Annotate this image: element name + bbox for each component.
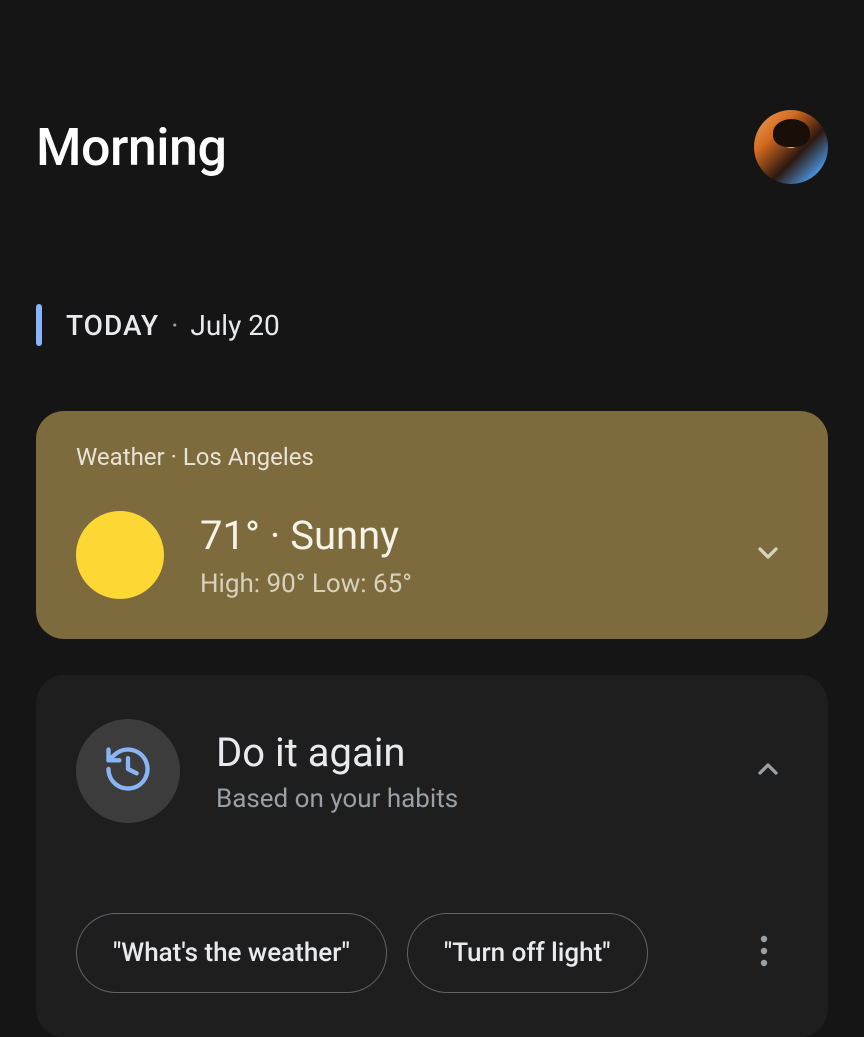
- date-label: TODAY: [66, 309, 159, 342]
- more-vertical-icon: [760, 935, 768, 971]
- habits-subtitle: Based on your habits: [216, 784, 712, 814]
- date-value: July 20: [190, 309, 279, 342]
- avatar[interactable]: [754, 110, 828, 184]
- weather-card-label: Weather · Los Angeles: [76, 443, 788, 471]
- habits-card: Do it again Based on your habits "What's…: [36, 675, 828, 1037]
- suggestion-chip-weather[interactable]: "What's the weather": [76, 913, 387, 993]
- chevron-up-icon: [752, 753, 784, 789]
- date-row: TODAY · July 20: [36, 304, 828, 346]
- greeting-title: Morning: [36, 117, 226, 178]
- date-separator: ·: [171, 309, 178, 342]
- expand-weather-button[interactable]: [748, 535, 788, 575]
- habits-title: Do it again: [216, 729, 712, 776]
- weather-sub-text: High: 90° Low: 65°: [200, 569, 712, 599]
- chevron-down-icon: [752, 537, 784, 573]
- weather-main-text: 71° · Sunny: [200, 512, 712, 559]
- collapse-habits-button[interactable]: [748, 751, 788, 791]
- sun-icon: [76, 511, 164, 599]
- history-icon: [102, 743, 154, 799]
- more-options-button[interactable]: [740, 929, 788, 977]
- suggestion-chip-light[interactable]: "Turn off light": [407, 913, 648, 993]
- weather-card[interactable]: Weather · Los Angeles 71° · Sunny High: …: [36, 411, 828, 639]
- habits-icon-container: [76, 719, 180, 823]
- date-accent-bar: [36, 304, 42, 346]
